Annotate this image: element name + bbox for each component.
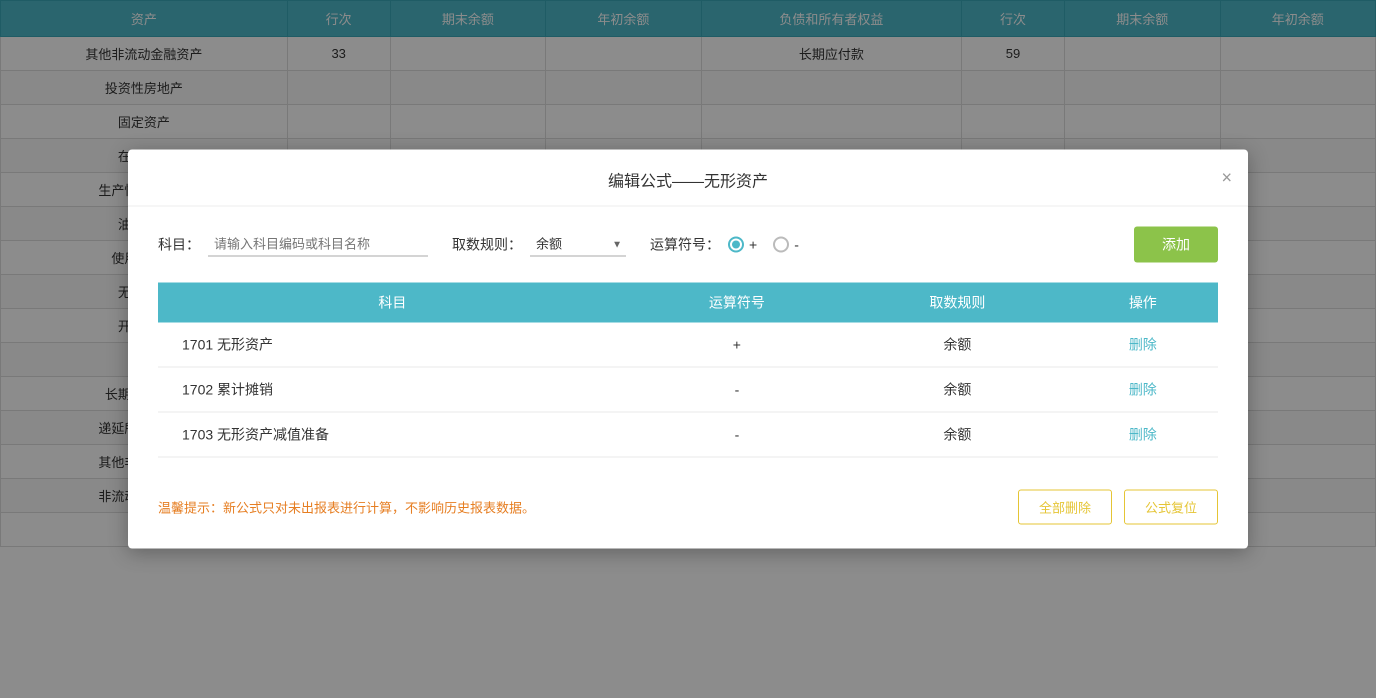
rule-select-wrap: 余额 借方发生额 贷方发生额 ▼ (530, 233, 626, 257)
add-button[interactable]: 添加 (1134, 227, 1218, 263)
row-action: 删除 (1068, 412, 1218, 457)
close-button[interactable]: × (1221, 169, 1232, 187)
reset-formula-button[interactable]: 公式复位 (1124, 490, 1218, 525)
row-action: 删除 (1068, 367, 1218, 412)
table-header-row: 科目 运算符号 取数规则 操作 (158, 283, 1218, 323)
radio-minus-label: - (794, 237, 799, 253)
operator-group: 运算符号： + - (650, 235, 799, 255)
radio-plus-label: + (749, 237, 757, 253)
th-action: 操作 (1068, 283, 1218, 323)
radio-minus-circle (773, 237, 789, 253)
row-action: 删除 (1068, 323, 1218, 368)
rule-label: 取数规则： (452, 235, 522, 255)
table-row: 1701 无形资产 + 余额 删除 (158, 323, 1218, 368)
row-operator: - (627, 412, 847, 457)
row-operator: + (627, 323, 847, 368)
subject-label: 科目： (158, 235, 200, 255)
formula-table-wrap: 科目 运算符号 取数规则 操作 1701 无形资产 + 余额 删除 1702 累… (158, 283, 1218, 458)
row-subject: 1703 无形资产减值准备 (158, 412, 627, 457)
modal-header: 编辑公式——无形资产 × (128, 150, 1248, 207)
footer-buttons: 全部删除 公式复位 (1018, 490, 1218, 525)
radio-plus-circle (728, 237, 744, 253)
delete-all-button[interactable]: 全部删除 (1018, 490, 1112, 525)
rule-select[interactable]: 余额 借方发生额 贷方发生额 (530, 233, 626, 257)
row-rule: 余额 (847, 323, 1067, 368)
row-rule: 余额 (847, 367, 1067, 412)
hint-text: 温馨提示：新公式只对未出报表进行计算，不影响历史报表数据。 (158, 498, 535, 517)
modal-title: 编辑公式——无形资产 (608, 168, 768, 192)
row-rule: 余额 (847, 412, 1067, 457)
modal-footer: 温馨提示：新公式只对未出报表进行计算，不影响历史报表数据。 全部删除 公式复位 (128, 474, 1248, 525)
radio-plus[interactable]: + (728, 237, 757, 253)
row-subject: 1701 无形资产 (158, 323, 627, 368)
rule-group: 取数规则： 余额 借方发生额 贷方发生额 ▼ (452, 233, 626, 257)
form-row: 科目： 取数规则： 余额 借方发生额 贷方发生额 ▼ 运算符号： + (128, 207, 1248, 283)
row-subject: 1702 累计摊销 (158, 367, 627, 412)
table-row: 1703 无形资产减值准备 - 余额 删除 (158, 412, 1218, 457)
row-operator: - (627, 367, 847, 412)
delete-button[interactable]: 删除 (1129, 427, 1157, 443)
radio-minus[interactable]: - (773, 237, 799, 253)
delete-button[interactable]: 删除 (1129, 382, 1157, 398)
radio-group: + - (728, 237, 799, 253)
edit-formula-modal: 编辑公式——无形资产 × 科目： 取数规则： 余额 借方发生额 贷方发生额 ▼ … (128, 150, 1248, 549)
formula-table: 科目 运算符号 取数规则 操作 1701 无形资产 + 余额 删除 1702 累… (158, 283, 1218, 458)
th-operator: 运算符号 (627, 283, 847, 323)
th-subject: 科目 (158, 283, 627, 323)
delete-button[interactable]: 删除 (1129, 337, 1157, 353)
th-rule: 取数规则 (847, 283, 1067, 323)
subject-input[interactable] (208, 233, 428, 257)
subject-group: 科目： (158, 233, 428, 257)
operator-label: 运算符号： (650, 235, 720, 255)
table-row: 1702 累计摊销 - 余额 删除 (158, 367, 1218, 412)
